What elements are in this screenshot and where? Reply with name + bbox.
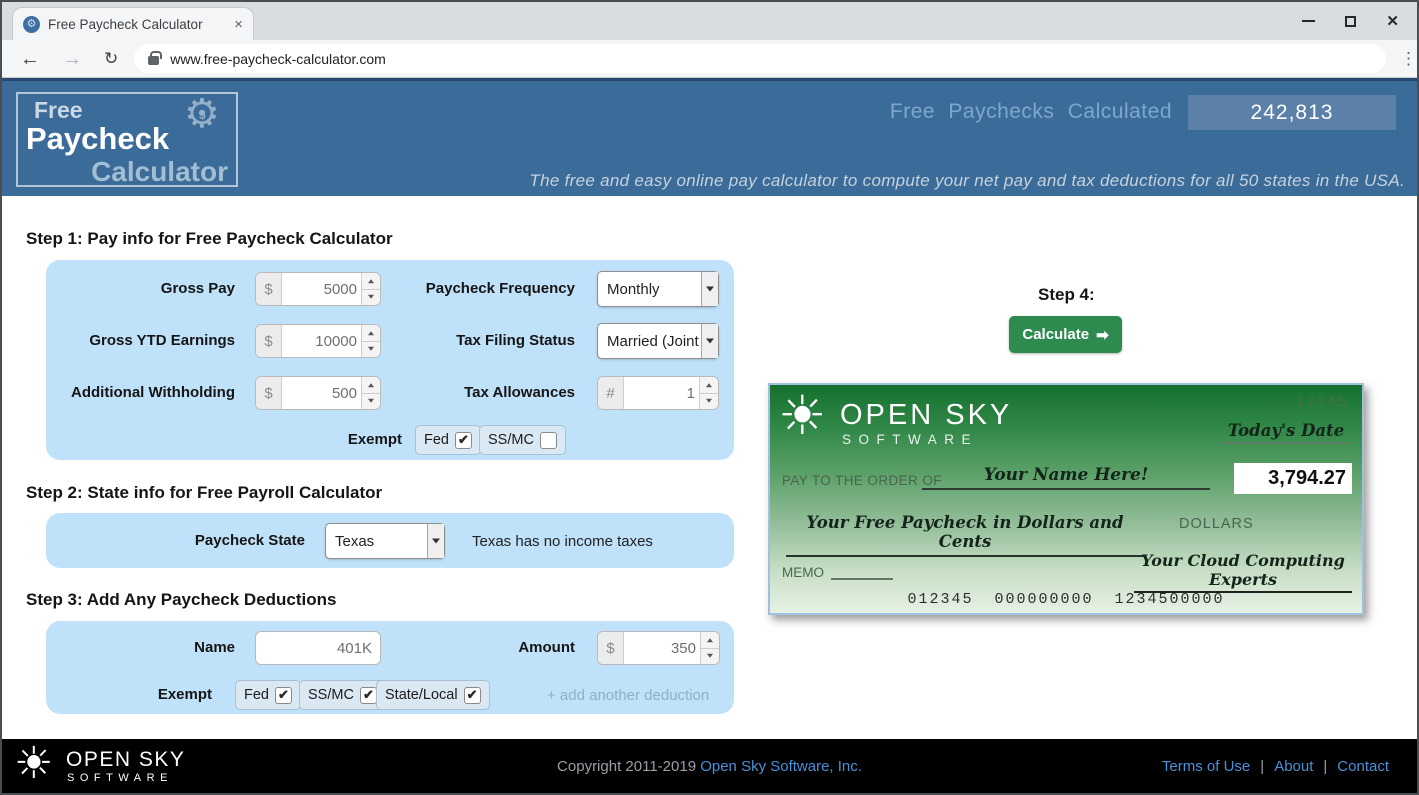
window-controls [1302, 2, 1399, 40]
dollars-label: DOLLARS [1179, 516, 1254, 532]
paycheck-state-label: Paycheck State [46, 532, 305, 550]
browser-toolbar: www.free-paycheck-calculator.com [2, 40, 1417, 78]
calculate-button[interactable]: Calculate [1009, 316, 1122, 353]
gross-pay-label: Gross Pay [46, 280, 235, 298]
site-tagline: The free and easy online pay calculator … [529, 171, 1405, 191]
exempt-fed-checkbox-group[interactable]: Fed ✔ [415, 425, 481, 455]
window-minimize-button[interactable] [1302, 20, 1315, 22]
browser-window: Free Paycheck Calculator × www.free-payc… [0, 0, 1419, 795]
state-tax-note: Texas has no income taxes [472, 533, 653, 550]
step2-panel: Paycheck State Texas Texas has no income… [46, 513, 734, 568]
site-favicon-icon [23, 16, 40, 33]
browser-titlebar: Free Paycheck Calculator × [2, 2, 1417, 40]
tab-title: Free Paycheck Calculator [48, 17, 222, 32]
step1-heading: Step 1: Pay info for Free Paycheck Calcu… [26, 229, 393, 249]
window-close-button[interactable] [1386, 14, 1399, 29]
site-header: Free Paycheck Calculator $ Free Paycheck… [2, 78, 1417, 196]
site-logo[interactable]: Free Paycheck Calculator $ [16, 92, 238, 187]
deduction-amount-input[interactable] [624, 632, 700, 664]
check-number: 12345 [1296, 393, 1348, 410]
tax-allowances-input-group: # [597, 376, 719, 410]
dollar-prefix: $ [256, 273, 282, 305]
deduction-ssmc-checkbox-group[interactable]: SS/MC ✔ [299, 680, 386, 710]
paychecks-calculated-label: Free Paychecks Calculated [890, 100, 1172, 124]
memo-label: MEMO [782, 565, 893, 580]
add-another-deduction-link[interactable]: + add another deduction [547, 687, 709, 704]
arrow-right-icon [1096, 326, 1109, 344]
deduction-fed-checkbox-group[interactable]: Fed ✔ [235, 680, 301, 710]
link-separator: | [1323, 758, 1327, 775]
check-micr-numbers: 012345 000000000 1234500000 [770, 591, 1362, 608]
spinner-icon[interactable] [699, 377, 718, 409]
check-brand-name: OPEN SKY [840, 399, 1012, 432]
browser-tab[interactable]: Free Paycheck Calculator × [12, 7, 254, 40]
deduction-amount-input-group: $ [597, 631, 720, 665]
tab-close-icon[interactable]: × [234, 17, 243, 32]
window-maximize-button[interactable] [1345, 16, 1356, 27]
check-payee: Your Name Here! [922, 465, 1210, 490]
ssmc-checkbox[interactable]: ✔ [360, 687, 377, 704]
sample-paycheck-image: OPEN SKY SOFTWARE 12345 Today's Date PAY… [768, 383, 1364, 615]
about-link[interactable]: About [1274, 758, 1313, 775]
tax-filing-status-label: Tax Filing Status [326, 332, 575, 350]
step3-heading: Step 3: Add Any Paycheck Deductions [26, 590, 336, 610]
spinner-icon[interactable] [700, 632, 719, 664]
paycheck-frequency-select[interactable]: Monthly [597, 271, 719, 307]
paychecks-calculated-counter: 242,813 [1188, 95, 1396, 130]
link-separator: | [1260, 758, 1264, 775]
step4-heading: Step 4: [1038, 285, 1095, 305]
step2-heading: Step 2: State info for Free Payroll Calc… [26, 483, 382, 503]
exempt-label: Exempt [152, 431, 402, 449]
logo-text-free: Free [34, 97, 83, 124]
tax-filing-status-select[interactable]: Married (Joint [597, 323, 719, 359]
dollar-prefix: $ [256, 377, 282, 409]
logo-text-calculator: Calculator [91, 156, 228, 188]
site-footer: OPEN SKY SOFTWARE Copyright 2011-2019 Op… [2, 739, 1417, 793]
gross-ytd-label: Gross YTD Earnings [46, 332, 235, 350]
gear-dollar-icon: $ [184, 94, 226, 138]
deduction-exempt-label: Exempt [46, 686, 212, 704]
number-prefix: # [598, 377, 624, 409]
dollar-prefix: $ [256, 325, 282, 357]
dollar-prefix: $ [598, 632, 624, 664]
chevron-down-icon [701, 272, 718, 306]
deduction-name-label: Name [46, 639, 235, 657]
chevron-down-icon [701, 324, 718, 358]
browser-menu-icon[interactable] [1400, 49, 1417, 69]
sun-logo-icon [778, 389, 826, 443]
address-bar[interactable]: www.free-paycheck-calculator.com [134, 44, 1386, 73]
step1-panel: Gross Pay $ Paycheck Frequency Monthly G… [46, 260, 734, 460]
forward-icon [62, 49, 82, 69]
url-text[interactable]: www.free-paycheck-calculator.com [170, 51, 386, 67]
memo-line [831, 568, 893, 580]
lock-icon [148, 56, 159, 65]
ssmc-checkbox[interactable] [540, 432, 557, 449]
chevron-down-icon [427, 524, 444, 558]
back-icon[interactable] [20, 49, 40, 69]
fed-checkbox[interactable]: ✔ [455, 432, 472, 449]
paycheck-state-select[interactable]: Texas [325, 523, 445, 559]
reload-icon[interactable] [104, 50, 118, 67]
exempt-ssmc-checkbox-group[interactable]: SS/MC [479, 425, 566, 455]
tax-allowances-input[interactable] [624, 377, 699, 409]
fed-checkbox[interactable]: ✔ [275, 687, 292, 704]
state-local-checkbox[interactable]: ✔ [464, 687, 481, 704]
additional-withholding-label: Additional Withholding [46, 384, 235, 402]
check-signature: Your Cloud Computing Experts [1134, 551, 1352, 593]
check-amount: 3,794.27 [1234, 463, 1352, 494]
tax-allowances-label: Tax Allowances [326, 384, 575, 402]
check-brand-subname: SOFTWARE [842, 432, 978, 447]
check-date: Today's Date [1222, 421, 1350, 444]
paycheck-frequency-label: Paycheck Frequency [326, 280, 575, 298]
deduction-state-local-checkbox-group[interactable]: State/Local ✔ [376, 680, 490, 710]
step3-panel: Name Amount $ Exempt Fed ✔ SS/MC ✔ State… [46, 621, 734, 714]
check-amount-words: Your Free Paycheck in Dollars and Cents [786, 513, 1144, 557]
contact-link[interactable]: Contact [1337, 758, 1389, 775]
logo-text-paycheck: Paycheck [26, 121, 169, 157]
deduction-amount-label: Amount [326, 639, 575, 657]
terms-of-use-link[interactable]: Terms of Use [1162, 758, 1250, 775]
company-link[interactable]: Open Sky Software, Inc. [700, 758, 862, 775]
pay-to-label: PAY TO THE ORDER OF [782, 473, 942, 488]
footer-links: Terms of Use | About | Contact [1162, 758, 1389, 775]
